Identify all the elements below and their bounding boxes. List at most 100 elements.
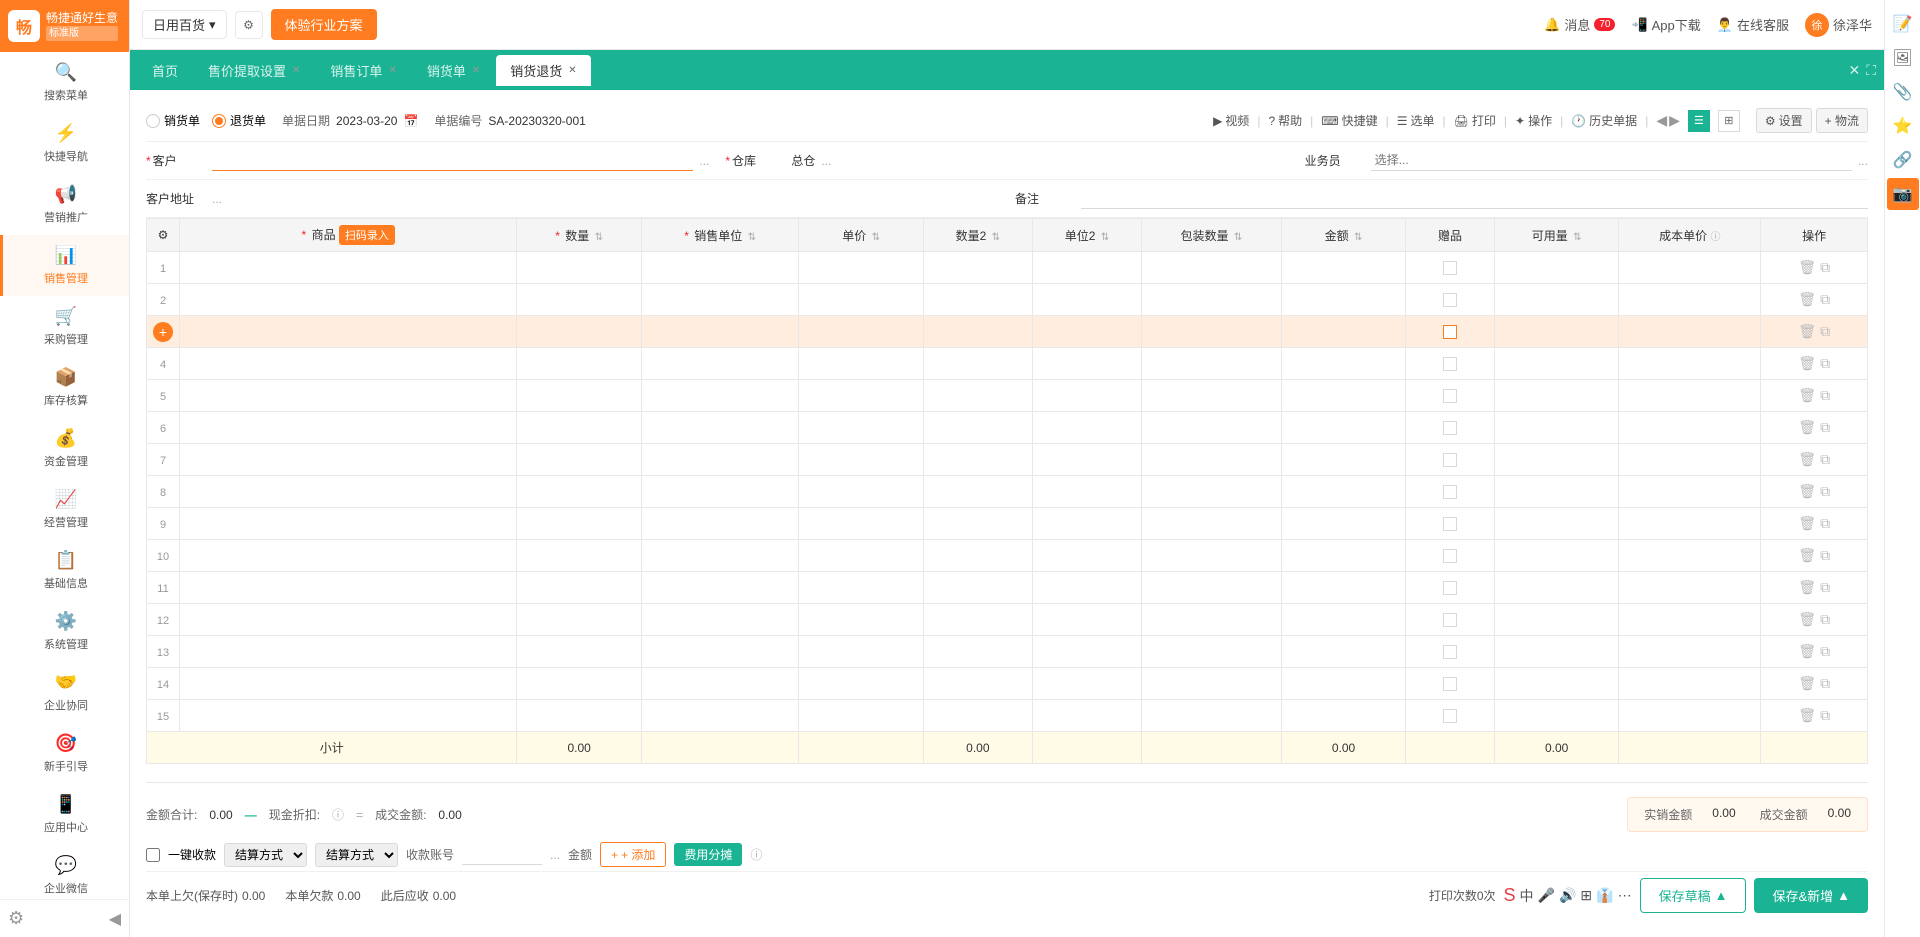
avail-sort-icon[interactable]: ⇅ [1573,232,1581,243]
avail-cell-4[interactable] [1494,348,1618,380]
tab-price-settings[interactable]: 售价提取设置 ✕ [194,55,314,86]
amount-cell-8[interactable] [1281,476,1405,508]
unit-cell-9[interactable] [641,508,799,540]
qty2-cell-5[interactable] [923,380,1032,412]
salesperson-input[interactable] [1371,150,1852,171]
gift-cell-12[interactable] [1406,604,1495,636]
topbar-settings-button[interactable]: ⚙ [235,11,263,39]
gift-cell-3[interactable] [1406,316,1495,348]
qty-cell-13[interactable] [517,636,641,668]
cost-cell-11[interactable] [1619,572,1761,604]
pack-cell-14[interactable] [1141,668,1281,700]
qty-sort-icon[interactable]: ⇅ [595,232,603,243]
online-service-button[interactable]: 👨‍💼 在线客服 [1717,15,1789,34]
fee-split-info-icon[interactable]: ⓘ [750,846,762,863]
pack-cell-10[interactable] [1141,540,1281,572]
product-cell-13[interactable] [180,636,517,668]
pack-cell-15[interactable] [1141,700,1281,732]
price-cell-2[interactable] [799,284,923,316]
copy-icon-9[interactable]: ⧉ [1820,515,1830,532]
product-cell-10[interactable] [180,540,517,572]
product-cell-8[interactable] [180,476,517,508]
cost-cell-3[interactable] [1619,316,1761,348]
qty2-cell-10[interactable] [923,540,1032,572]
salesperson-dots[interactable]: ... [1858,154,1868,168]
price-cell-15[interactable] [799,700,923,732]
prev-icon[interactable]: ◀ [1656,112,1667,129]
amount-cell-7[interactable] [1281,444,1405,476]
sidebar-item-apps[interactable]: 📱 应用中心 [0,784,129,845]
product-cell-7[interactable] [180,444,517,476]
amount-cell-14[interactable] [1281,668,1405,700]
gift-checkbox-6[interactable] [1443,421,1457,435]
cost-cell-9[interactable] [1619,508,1761,540]
sidebar-item-purchase[interactable]: 🛒 采购管理 [0,296,129,357]
app-download-button[interactable]: 📲 App下载 [1631,15,1700,34]
sidebar-item-search[interactable]: 🔍 搜索菜单 [0,52,129,113]
qty-cell-10[interactable] [517,540,641,572]
tab-close-sales-delivery[interactable]: ✕ [472,65,480,76]
amount-cell-5[interactable] [1281,380,1405,412]
gift-checkbox-12[interactable] [1443,613,1457,627]
right-panel-camera[interactable]: 📷 [1887,178,1919,210]
unit2-cell-4[interactable] [1032,348,1141,380]
unit2-cell-3[interactable] [1032,316,1141,348]
tab-close-sales-order[interactable]: ✕ [388,65,396,76]
right-panel-note[interactable]: 📝 [1887,8,1919,40]
delete-icon-3[interactable]: 🗑 [1798,323,1816,340]
amount-cell-10[interactable] [1281,540,1405,572]
unit-cell-15[interactable] [641,700,799,732]
gift-cell-8[interactable] [1406,476,1495,508]
unit2-cell-10[interactable] [1032,540,1141,572]
list-view-btn[interactable]: ☰ [1688,110,1710,132]
tab-home[interactable]: 首页 [138,55,192,86]
fee-split-button[interactable]: 费用分摊 [674,843,742,866]
gift-checkbox-5[interactable] [1443,389,1457,403]
gift-cell-11[interactable] [1406,572,1495,604]
avail-cell-6[interactable] [1494,412,1618,444]
qty-cell-6[interactable] [517,412,641,444]
cost-cell-6[interactable] [1619,412,1761,444]
warehouse-dots[interactable]: ... [821,154,831,168]
unit2-cell-14[interactable] [1032,668,1141,700]
unit-cell-10[interactable] [641,540,799,572]
avail-cell-9[interactable] [1494,508,1618,540]
unit-cell-2[interactable] [641,284,799,316]
pack-cell-5[interactable] [1141,380,1281,412]
grid-view-btn[interactable]: ⊞ [1718,110,1740,132]
delete-icon-12[interactable]: 🗑 [1798,611,1816,628]
sidebar-item-basic[interactable]: 📋 基础信息 [0,540,129,601]
qty2-cell-7[interactable] [923,444,1032,476]
calendar-icon[interactable]: 📅 [403,114,418,128]
cost-info-icon[interactable]: ⓘ [1711,232,1721,243]
copy-icon-14[interactable]: ⧉ [1820,675,1830,692]
gift-cell-1[interactable] [1406,252,1495,284]
cost-cell-2[interactable] [1619,284,1761,316]
pack-cell-8[interactable] [1141,476,1281,508]
add-row-button[interactable]: + [153,322,173,342]
copy-icon-8[interactable]: ⧉ [1820,483,1830,500]
delete-icon-8[interactable]: 🗑 [1798,483,1816,500]
right-panel-star[interactable]: ⭐ [1887,110,1919,142]
scan-button[interactable]: 扫码录入 [339,225,395,245]
sound-icon[interactable]: 🔊 [1559,887,1576,904]
gift-checkbox-3[interactable] [1443,325,1457,339]
gift-cell-10[interactable] [1406,540,1495,572]
qty-cell-5[interactable] [517,380,641,412]
unit2-cell-6[interactable] [1032,412,1141,444]
price-cell-3[interactable] [799,316,923,348]
settlement-select[interactable]: 结算方式 [224,843,307,867]
unit-cell-4[interactable] [641,348,799,380]
sidebar-item-sales[interactable]: 📊 销售管理 [0,235,129,296]
gift-checkbox-7[interactable] [1443,453,1457,467]
gift-cell-14[interactable] [1406,668,1495,700]
unit2-cell-7[interactable] [1032,444,1141,476]
zhong-icon[interactable]: 中 [1520,886,1534,906]
delete-icon-10[interactable]: 🗑 [1798,547,1816,564]
qty-cell-2[interactable] [517,284,641,316]
gift-checkbox-8[interactable] [1443,485,1457,499]
sidebar-item-enterprise[interactable]: 🤝 企业协同 [0,662,129,723]
price-cell-1[interactable] [799,252,923,284]
gift-checkbox-9[interactable] [1443,517,1457,531]
amount-cell-6[interactable] [1281,412,1405,444]
